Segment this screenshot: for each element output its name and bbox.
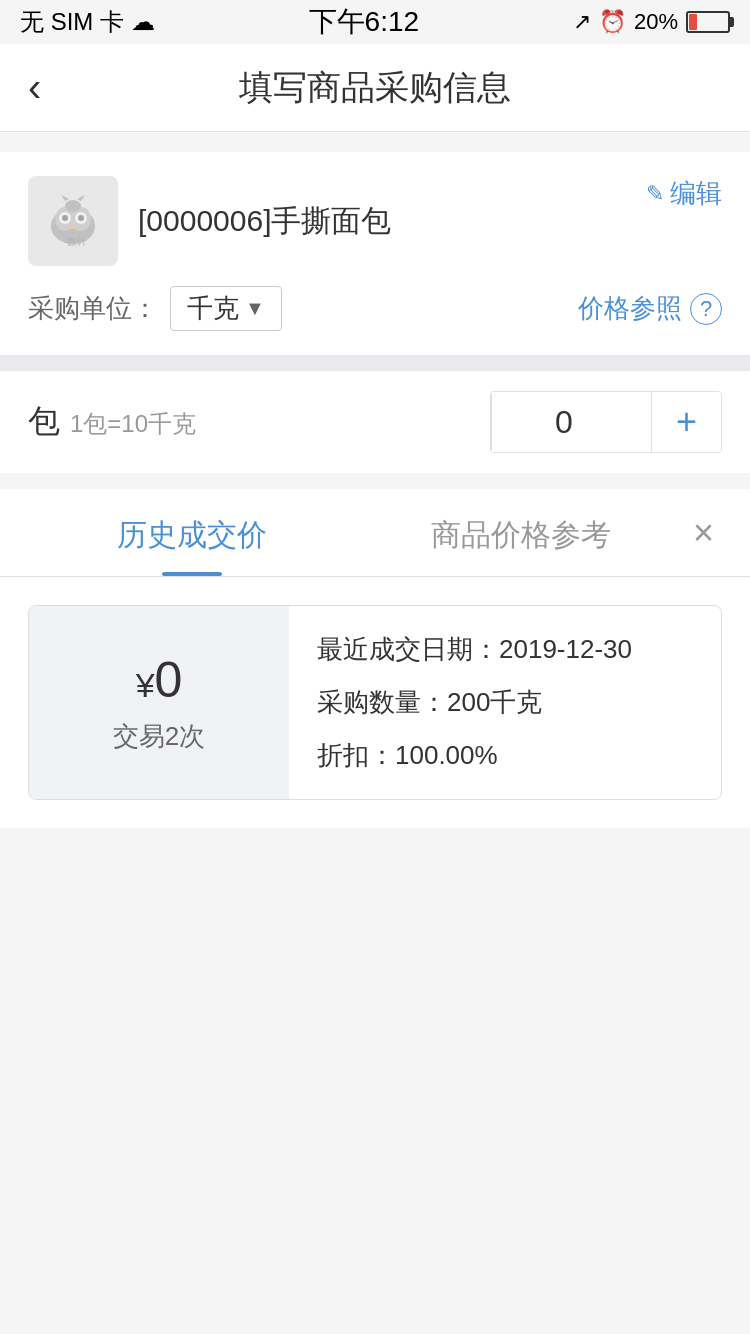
- main-background: [0, 828, 750, 1334]
- currency-symbol: ¥: [136, 666, 155, 704]
- recent-date-row: 最近成交日期：2019-12-30: [317, 630, 693, 669]
- quantity-plus-button[interactable]: +: [651, 392, 721, 452]
- purchase-qty-row: 采购数量：200千克: [317, 683, 693, 722]
- purchase-qty-label: 采购数量：: [317, 687, 447, 717]
- product-unit-row: 采购单位： 千克 ▼ 价格参照 ?: [28, 286, 722, 331]
- unit-value: 千克: [187, 291, 239, 326]
- discount-label: 折扣：: [317, 740, 395, 770]
- battery-icon: [686, 11, 730, 33]
- history-card: ¥0 交易2次 最近成交日期：2019-12-30 采购数量：200千克 折扣：…: [28, 605, 722, 800]
- location-icon: ↗: [573, 9, 591, 35]
- quantity-unit: 包: [28, 400, 60, 444]
- tab-panel: 历史成交价 商品价格参考 × ¥0 交易2次 最近成交日期：2019-12-30…: [0, 489, 750, 828]
- status-time: 下午6:12: [309, 3, 420, 41]
- back-button[interactable]: ‹: [28, 65, 41, 110]
- sim-label: 无 SIM 卡 ☁: [20, 6, 155, 38]
- unit-left: 采购单位： 千克 ▼: [28, 286, 282, 331]
- history-price-summary: ¥0 交易2次: [29, 606, 289, 799]
- price-reference-button[interactable]: 价格参照 ?: [578, 291, 722, 326]
- quantity-row: 包 1包=10千克 +: [0, 371, 750, 473]
- edit-button[interactable]: ✎ 编辑: [646, 176, 722, 211]
- discount-row: 折扣：100.00%: [317, 736, 693, 775]
- section-divider: [0, 355, 750, 371]
- dropdown-arrow-icon: ▼: [245, 297, 265, 320]
- battery-percent: 20%: [634, 9, 678, 35]
- history-details: 最近成交日期：2019-12-30 采购数量：200千克 折扣：100.00%: [289, 606, 721, 799]
- status-left: 无 SIM 卡 ☁: [20, 6, 155, 38]
- svg-marker-10: [77, 195, 85, 201]
- tab-close-button[interactable]: ×: [685, 512, 722, 554]
- product-name: [0000006]手撕面包: [138, 201, 391, 242]
- quantity-sublabel: 1包=10千克: [70, 408, 196, 440]
- history-price-value: ¥0: [136, 651, 183, 709]
- svg-marker-9: [61, 195, 69, 201]
- help-icon: ?: [690, 293, 722, 325]
- quantity-controls: +: [490, 391, 722, 453]
- svg-text:数计: 数计: [67, 236, 87, 247]
- quantity-label-group: 包 1包=10千克: [28, 400, 196, 444]
- nav-bar: ‹ 填写商品采购信息: [0, 44, 750, 132]
- tab-header: 历史成交价 商品价格参考 ×: [0, 489, 750, 577]
- product-left: 数计 [0000006]手撕面包: [28, 176, 391, 266]
- tab-content: ¥0 交易2次 最近成交日期：2019-12-30 采购数量：200千克 折扣：…: [0, 577, 750, 828]
- svg-point-6: [78, 215, 84, 221]
- page-title: 填写商品采购信息: [239, 65, 511, 111]
- status-bar: 无 SIM 卡 ☁ 下午6:12 ↗ ⏰ 20%: [0, 0, 750, 44]
- alarm-icon: ⏰: [599, 9, 626, 35]
- edit-label: 编辑: [670, 176, 722, 211]
- discount-value: 100.00%: [395, 740, 498, 770]
- edit-icon: ✎: [646, 181, 664, 207]
- svg-point-5: [62, 215, 68, 221]
- tab-price-reference[interactable]: 商品价格参考: [356, 489, 684, 576]
- product-header: 数计 [0000006]手撕面包 ✎ 编辑: [28, 176, 722, 266]
- purchase-qty-value: 200千克: [447, 687, 542, 717]
- status-right: ↗ ⏰ 20%: [573, 9, 730, 35]
- svg-point-8: [65, 200, 81, 212]
- product-thumbnail: 数计: [28, 176, 118, 266]
- quantity-input[interactable]: [491, 392, 651, 452]
- tab-history-price[interactable]: 历史成交价: [28, 489, 356, 576]
- unit-label: 采购单位：: [28, 291, 158, 326]
- product-card: 数计 [0000006]手撕面包 ✎ 编辑 采购单位： 千克 ▼ 价格参照 ?: [0, 152, 750, 355]
- price-number: 0: [155, 652, 183, 708]
- owl-logo-icon: 数计: [43, 191, 103, 251]
- recent-date-value: 2019-12-30: [499, 634, 632, 664]
- unit-select[interactable]: 千克 ▼: [170, 286, 282, 331]
- recent-date-label: 最近成交日期：: [317, 634, 499, 664]
- history-trades-count: 交易2次: [113, 719, 205, 754]
- price-ref-label: 价格参照: [578, 291, 682, 326]
